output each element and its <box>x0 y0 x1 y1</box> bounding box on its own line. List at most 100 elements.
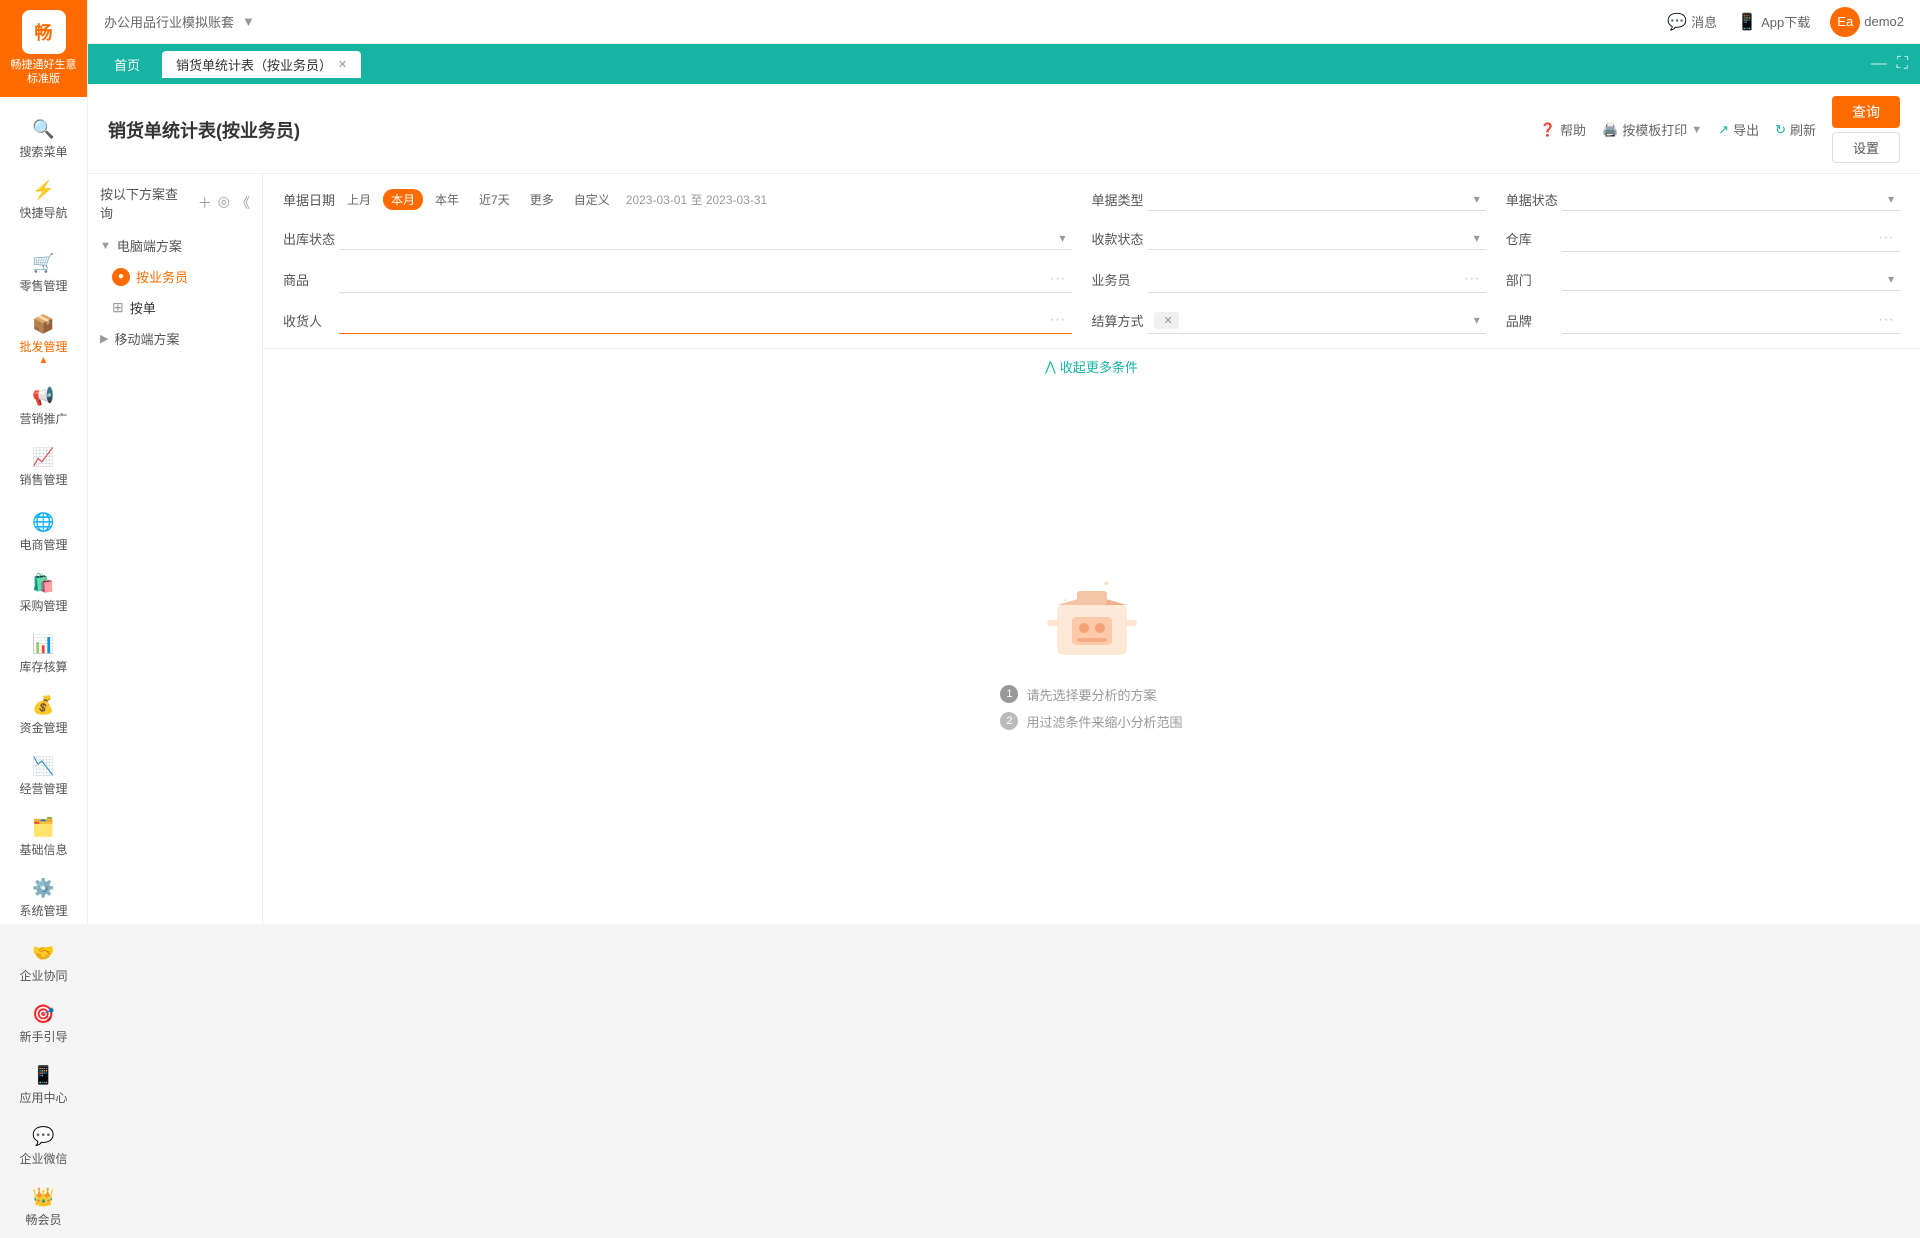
member-icon: 👑 <box>32 1187 54 1208</box>
settings-button[interactable]: 设置 <box>1832 132 1900 163</box>
doc-status-caret-icon: ▾ <box>1888 192 1894 206</box>
date-buttons: 上月 本月 本年 近7天 更多 自定义 <box>339 189 618 210</box>
filter-department: 部门 ▾ <box>1506 268 1900 291</box>
left-panel-title: 按以下方案查询 <box>100 184 190 222</box>
sidebar-item-newbie[interactable]: 🎯 新手引导 <box>0 994 87 1055</box>
sidebar-item-wechat-label: 企业微信 <box>19 1150 67 1167</box>
help-button[interactable]: ❓ 帮助 <box>1540 120 1586 139</box>
sidebar-item-retail[interactable]: 🛒 零售管理 <box>0 243 87 304</box>
settle-method-control[interactable]: ✕ ▾ <box>1148 308 1486 334</box>
receiver-more-icon[interactable]: ··· <box>1050 311 1066 329</box>
department-control[interactable]: ▾ <box>1562 268 1900 291</box>
wechat-icon: 💬 <box>32 1126 54 1147</box>
brand-control[interactable]: ··· <box>1562 307 1900 334</box>
salesperson-control[interactable]: ··· <box>1148 266 1486 293</box>
app-download-button[interactable]: 📱 App下载 <box>1737 12 1810 32</box>
message-button[interactable]: 💬 消息 <box>1667 12 1717 32</box>
filter-warehouse: 仓库 ··· <box>1506 225 1900 252</box>
sidebar-item-corp-label: 企业协同 <box>19 967 67 984</box>
step2-num: 2 <box>1000 712 1018 730</box>
page-header: 销货单统计表(按业务员) ❓ 帮助 🖨️ 按模板打印 ▼ ↗ 导出 ↻ 刷新 <box>88 84 1920 174</box>
tab-sales-report[interactable]: 销货单统计表（按业务员） ✕ <box>162 51 361 78</box>
filter-row-4: 收货人 ··· 结算方式 <box>283 307 1900 334</box>
print-label: 按模板打印 <box>1622 120 1687 139</box>
user-menu[interactable]: Ea demo2 <box>1830 7 1904 37</box>
sidebar-item-quick-nav[interactable]: ⚡ 快捷导航 <box>0 170 87 231</box>
warehouse-more-icon[interactable]: ··· <box>1878 229 1894 247</box>
brand-more-icon[interactable]: ··· <box>1878 311 1894 329</box>
date-btn-last-month[interactable]: 上月 <box>339 189 379 210</box>
doc-status-control[interactable]: ▾ <box>1562 188 1900 211</box>
date-btn-7days[interactable]: 近7天 <box>471 189 518 210</box>
scheme-section-pc[interactable]: ▼ 电脑端方案 <box>88 230 262 261</box>
sidebar-item-inventory[interactable]: 📊 库存核算 <box>0 624 87 685</box>
date-btn-this-month[interactable]: 本月 <box>383 189 423 210</box>
date-btn-this-year[interactable]: 本年 <box>427 189 467 210</box>
tab-maximize-icon[interactable]: ⛶ <box>1897 55 1908 73</box>
receipt-status-control[interactable]: ▾ <box>1148 227 1486 250</box>
sidebar-item-operation[interactable]: 📉 经营管理 <box>0 746 87 807</box>
scheme-section-mobile[interactable]: ▶ 移动端方案 <box>88 323 262 354</box>
date-btn-custom[interactable]: 自定义 <box>566 189 618 210</box>
salesperson-more-icon[interactable]: ··· <box>1464 270 1480 288</box>
doc-type-control[interactable]: ▾ <box>1148 188 1486 211</box>
receiver-control[interactable]: ··· <box>339 307 1072 334</box>
scheme-item-by-salesperson[interactable]: ● 按业务员 <box>88 261 262 292</box>
sidebar-item-search[interactable]: 🔍 搜索菜单 <box>0 109 87 170</box>
collapse-panel-icon[interactable]: 《 <box>236 193 250 213</box>
goods-control[interactable]: ··· <box>339 266 1072 293</box>
filter-out-status: 出库状态 ▾ <box>283 227 1072 250</box>
export-icon: ↗ <box>1718 122 1729 138</box>
sidebar-item-corp[interactable]: 🤝 企业协同 <box>0 933 87 994</box>
sidebar-item-purchase[interactable]: 🛍️ 采购管理 <box>0 563 87 624</box>
print-button[interactable]: 🖨️ 按模板打印 ▼ <box>1602 120 1702 139</box>
refresh-button[interactable]: ↻ 刷新 <box>1775 120 1816 139</box>
sidebar-item-ecommerce[interactable]: 🌐 电商管理 <box>0 502 87 563</box>
out-status-control[interactable]: ▾ <box>339 227 1072 250</box>
doc-type-caret-icon: ▾ <box>1474 192 1480 206</box>
sidebar-search-section: 🔍 搜索菜单 ⚡ 快捷导航 <box>0 97 87 239</box>
date-label: 单据日期 <box>283 190 339 209</box>
collapse-label: 收起更多条件 <box>1060 357 1138 376</box>
goods-more-icon[interactable]: ··· <box>1050 270 1066 288</box>
warehouse-control[interactable]: ··· <box>1562 225 1900 252</box>
filter-brand: 品牌 ··· <box>1506 307 1900 334</box>
system-icon: ⚙️ <box>32 878 54 899</box>
sidebar-item-system[interactable]: ⚙️ 系统管理 <box>0 868 87 929</box>
active-scheme-badge: ● <box>112 268 130 286</box>
query-button[interactable]: 查询 <box>1832 96 1900 128</box>
collapse-button[interactable]: ⋀ 收起更多条件 <box>1045 357 1138 376</box>
receipt-status-caret-icon: ▾ <box>1474 231 1480 245</box>
step1-num: 1 <box>1000 685 1018 703</box>
sidebar-item-wholesale[interactable]: 📦 批发管理 ▲ <box>0 304 87 376</box>
date-btn-more[interactable]: 更多 <box>522 189 562 210</box>
left-panel: 按以下方案查询 ＋ ◎ 《 ▼ 电脑端方案 ● 按业务员 <box>88 174 263 924</box>
sidebar-item-wechat[interactable]: 💬 企业微信 <box>0 1116 87 1177</box>
left-panel-header: 按以下方案查询 ＋ ◎ 《 <box>88 184 262 230</box>
sidebar-item-marketing-label: 营销推广 <box>19 410 67 427</box>
tab-close-icon[interactable]: ✕ <box>338 58 347 71</box>
tab-minimize-icon[interactable]: — <box>1871 55 1887 73</box>
section-mobile-label: 移动端方案 <box>114 329 179 348</box>
sidebar-item-retail-label: 零售管理 <box>19 277 67 294</box>
sidebar-item-sales[interactable]: 📈 销售管理 <box>0 437 87 498</box>
date-row: 上月 本月 本年 近7天 更多 自定义 2023-03-01 至 2023-03… <box>339 189 767 210</box>
tab-home[interactable]: 首页 <box>100 51 154 78</box>
scheme-item-by-order[interactable]: ⊞ 按单 <box>88 292 262 323</box>
empty-illustration: ✦ ✦ <box>1042 565 1142 665</box>
filter-row-3: 商品 ··· 业务员 ··· <box>283 266 1900 293</box>
sidebar-item-finance[interactable]: 💰 资金管理 <box>0 685 87 746</box>
account-dropdown-icon[interactable]: ▼ <box>242 14 255 29</box>
settings-scheme-icon[interactable]: ◎ <box>218 193 230 213</box>
sidebar-item-purchase-label: 采购管理 <box>19 597 67 614</box>
export-button[interactable]: ↗ 导出 <box>1718 120 1759 139</box>
sidebar-item-marketing[interactable]: 📢 营销推广 <box>0 376 87 437</box>
sidebar-item-member[interactable]: 👑 畅会员 <box>0 1177 87 1238</box>
add-scheme-icon[interactable]: ＋ <box>198 193 212 213</box>
sidebar-item-apps[interactable]: 📱 应用中心 <box>0 1055 87 1116</box>
sidebar-item-base[interactable]: 🗂️ 基础信息 <box>0 807 87 868</box>
settle-method-clear-icon[interactable]: ✕ <box>1164 314 1173 327</box>
out-status-label: 出库状态 <box>283 229 339 248</box>
sidebar-item-newbie-label: 新手引导 <box>19 1028 67 1045</box>
doc-type-label: 单据类型 <box>1092 190 1148 209</box>
